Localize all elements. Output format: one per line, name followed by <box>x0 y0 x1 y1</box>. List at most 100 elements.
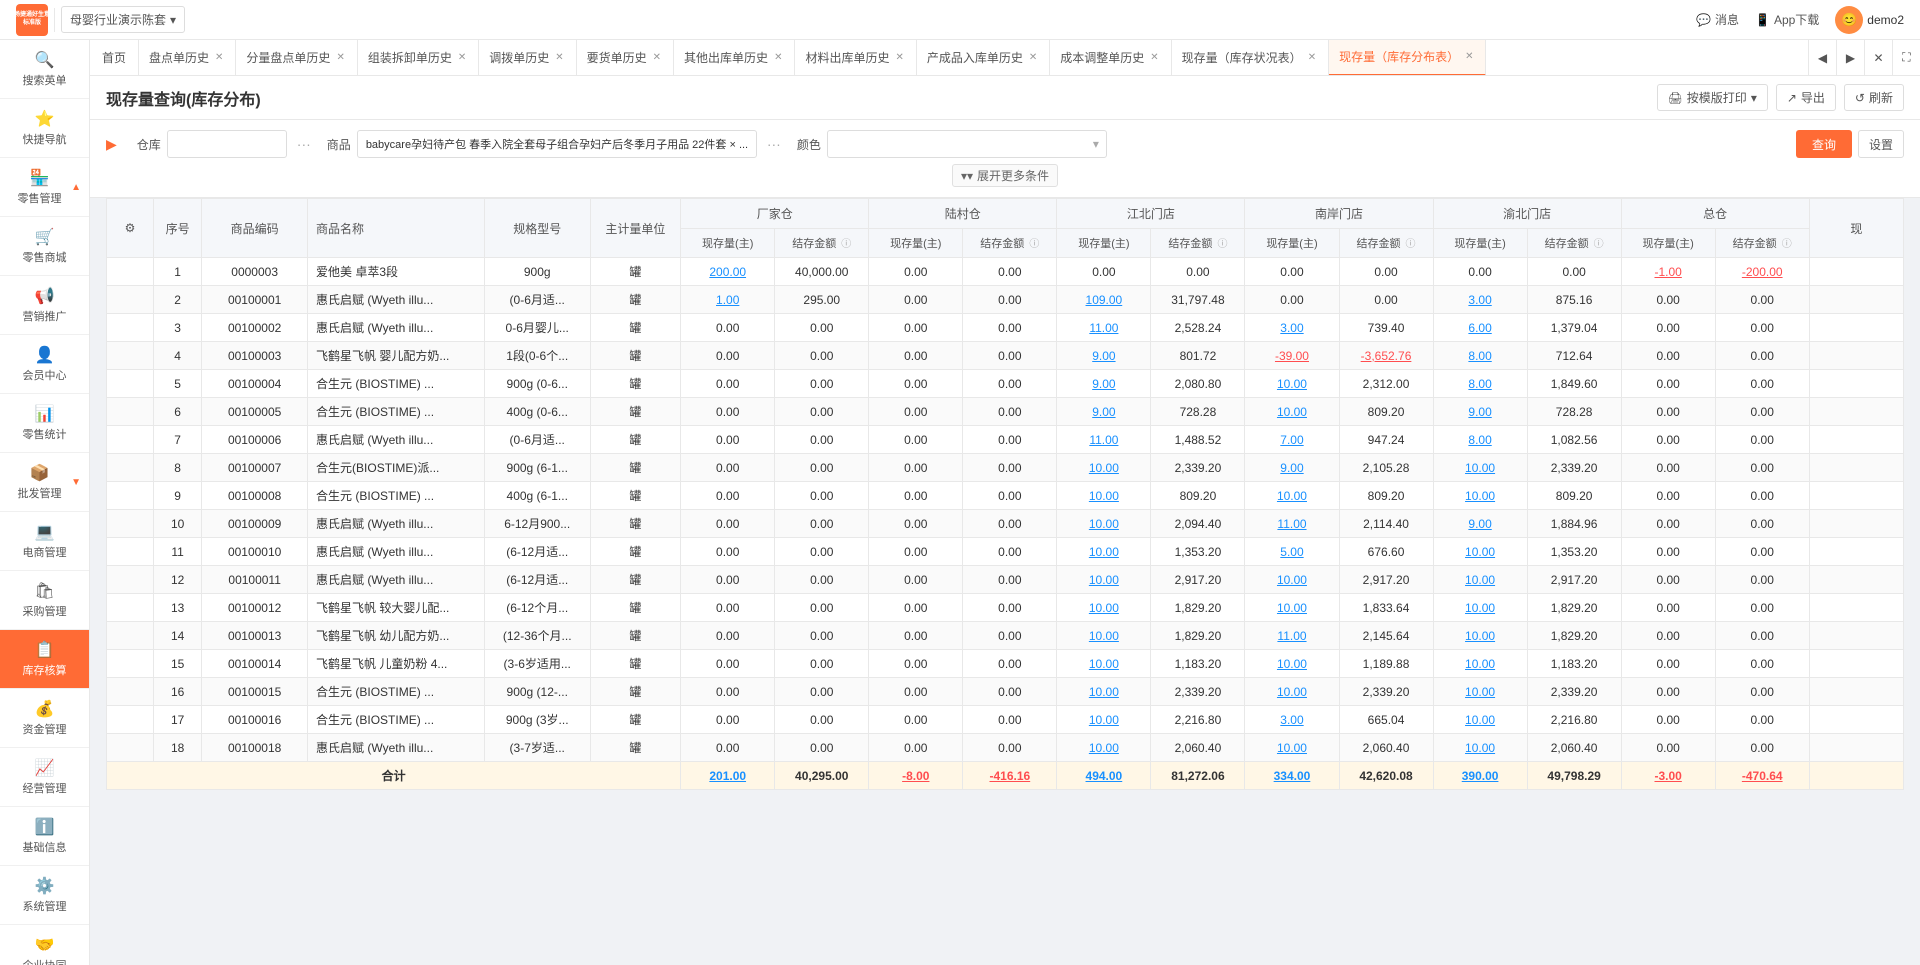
sidebar-item-marketing[interactable]: 📢 营销推广 <box>0 276 89 335</box>
message-action[interactable]: 💬 消息 <box>1696 11 1739 28</box>
sidebar-item-retail-mgmt[interactable]: 🏪 零售管理 ▲ <box>0 158 89 217</box>
tab-stock-dist[interactable]: 现存量（库存分布表） ✕ <box>1329 40 1486 76</box>
filter-group-color: 颜色 ▾ <box>797 130 1099 158</box>
message-icon: 💬 <box>1696 13 1711 27</box>
tab-close-icon[interactable]: ✕ <box>1306 51 1318 64</box>
col-name-header: 商品名称 <box>308 199 485 258</box>
tab-prev-btn[interactable]: ◀ <box>1808 40 1836 76</box>
table-row: 2 00100001 惠氏启赋 (Wyeth illu... (0-6月适...… <box>107 286 1904 314</box>
sidebar-item-label: 营销推广 <box>23 308 67 324</box>
finance-icon: 💰 <box>35 699 55 719</box>
sidebar-item-label: 采购管理 <box>23 603 67 619</box>
user-name[interactable]: demo2 <box>1867 13 1904 27</box>
tab-outbound[interactable]: 其他出库单历史 ✕ <box>674 40 795 76</box>
collab-icon: 🤝 <box>35 935 55 955</box>
col-lc-amt-header: 结存金额 ⓘ <box>963 229 1057 258</box>
warehouse-dots-btn[interactable]: ··· <box>293 136 315 152</box>
sidebar-item-finance[interactable]: 💰 资金管理 <box>0 689 89 748</box>
tab-next-btn[interactable]: ▶ <box>1836 40 1864 76</box>
sidebar-item-system[interactable]: ⚙️ 系统管理 <box>0 866 89 925</box>
settings-button[interactable]: 设置 <box>1858 130 1904 158</box>
print-button[interactable]: 🖨 按模版打印 ▾ <box>1657 84 1768 111</box>
col-unit-header: 主计量单位 <box>590 199 681 258</box>
col-jb-qty-header: 现存量(主) <box>1057 229 1151 258</box>
table-row: 16 00100015 合生元 (BIOSTIME) ... 900g (12-… <box>107 678 1904 706</box>
sidebar-item-label: 资金管理 <box>23 721 67 737</box>
tab-close-icon[interactable]: ✕ <box>651 51 663 64</box>
sidebar: 🔍 搜索英单 ⭐ 快捷导航 🏪 零售管理 ▲ 🛒 零售商城 � <box>0 40 90 965</box>
export-button[interactable]: ↗ 导出 <box>1776 84 1836 111</box>
industry-selector[interactable]: 母婴行业演示陈套 ▾ <box>61 6 185 33</box>
tab-close-icon[interactable]: ✕ <box>456 51 468 64</box>
tab-transfer[interactable]: 调拨单历史 ✕ <box>479 40 576 76</box>
content-area: 首页 盘点单历史 ✕ 分量盘点单历史 ✕ 组装拆卸单历史 ✕ 调拨单历史 ✕ 要… <box>90 40 1920 965</box>
tab-maximize-btn[interactable]: ⛶ <box>1892 40 1920 76</box>
sidebar-item-purchase[interactable]: 🛍 采购管理 <box>0 571 89 630</box>
tab-stock-status[interactable]: 现存量（库存状况表） ✕ <box>1172 40 1329 76</box>
user-area[interactable]: 😊 demo2 <box>1835 6 1904 34</box>
tab-production-in[interactable]: 产成品入库单历史 ✕ <box>917 40 1050 76</box>
sidebar-item-label: 企业协同 <box>23 957 67 965</box>
tab-close-icon[interactable]: ✕ <box>772 51 784 64</box>
tab-home[interactable]: 首页 <box>90 40 139 76</box>
table-row: 1 0000003 爱他美 卓萃3段 900g 罐 200.00 40,000.… <box>107 258 1904 286</box>
expand-conditions-btn[interactable]: ▾▾ 展开更多条件 <box>952 164 1058 187</box>
tab-assembly[interactable]: 组装拆卸单历史 ✕ <box>358 40 479 76</box>
table-row: 17 00100016 合生元 (BIOSTIME) ... 900g (3岁.… <box>107 706 1904 734</box>
table-row: 5 00100004 合生元 (BIOSTIME) ... 900g (0-6.… <box>107 370 1904 398</box>
sidebar-item-basic-info[interactable]: ℹ️ 基础信息 <box>0 807 89 866</box>
chevron-up-icon: ▲ <box>71 182 81 193</box>
col-jb-amt-header: 结存金额 ⓘ <box>1151 229 1245 258</box>
col-no-header: 序号 <box>154 199 202 258</box>
sidebar-item-label: 零售管理 <box>18 190 62 206</box>
sidebar-item-label: 零售商城 <box>23 249 67 265</box>
tab-close-icon[interactable]: ✕ <box>553 51 565 64</box>
sidebar-item-label: 经营管理 <box>23 780 67 796</box>
col-settings-header[interactable]: ⚙ <box>107 199 154 258</box>
sidebar-item-retail-mall[interactable]: 🛒 零售商城 <box>0 217 89 276</box>
tab-material-out[interactable]: 材料出库单历史 ✕ <box>795 40 916 76</box>
sidebar-item-search[interactable]: 🔍 搜索英单 <box>0 40 89 99</box>
sidebar-item-ecommerce[interactable]: 💻 电商管理 <box>0 512 89 571</box>
tab-order[interactable]: 要货单历史 ✕ <box>577 40 674 76</box>
table-row: 15 00100014 飞鹤星飞帆 儿童奶粉 4... (3-6岁适用... 罐… <box>107 650 1904 678</box>
member-icon: 👤 <box>35 345 55 365</box>
tab-close-all-btn[interactable]: ✕ <box>1864 40 1892 76</box>
tab-bar: 首页 盘点单历史 ✕ 分量盘点单历史 ✕ 组装拆卸单历史 ✕ 调拨单历史 ✕ 要… <box>90 40 1920 76</box>
refresh-button[interactable]: ↺ 刷新 <box>1844 84 1904 111</box>
goods-input[interactable] <box>357 130 757 158</box>
filter-collapse-icon[interactable]: ▶ <box>106 136 117 153</box>
sidebar-item-wholesale[interactable]: 📦 批发管理 ▼ <box>0 453 89 512</box>
tab-cost-adjust[interactable]: 成本调整单历史 ✕ <box>1050 40 1171 76</box>
tab-close-icon[interactable]: ✕ <box>893 51 905 64</box>
sidebar-item-collab[interactable]: 🤝 企业协同 <box>0 925 89 965</box>
sidebar-item-operations[interactable]: 📈 经营管理 <box>0 748 89 807</box>
sidebar-item-label: 会员中心 <box>23 367 67 383</box>
printer-icon: 🖨 <box>1668 91 1683 105</box>
sidebar-item-quicknav[interactable]: ⭐ 快捷导航 <box>0 99 89 158</box>
tab-partial-inventory[interactable]: 分量盘点单历史 ✕ <box>236 40 357 76</box>
tab-close-icon[interactable]: ✕ <box>1148 51 1160 64</box>
tab-close-icon[interactable]: ✕ <box>1463 50 1475 63</box>
sidebar-item-retail-stats[interactable]: 📊 零售统计 <box>0 394 89 453</box>
chevron-down-icon: ▼ <box>71 477 81 488</box>
export-icon: ↗ <box>1787 91 1797 105</box>
sidebar-item-label: 系统管理 <box>23 898 67 914</box>
tab-nav: ◀ ▶ ✕ ⛶ <box>1808 40 1920 76</box>
tab-inventory-count[interactable]: 盘点单历史 ✕ <box>139 40 236 76</box>
app-download-action[interactable]: 📱 App下载 <box>1755 11 1819 28</box>
summary-row: 合计 201.00 40,295.00 -8.00 -416.16 494.00… <box>107 762 1904 790</box>
sidebar-item-inventory[interactable]: 📋 库存核算 <box>0 630 89 689</box>
search-button[interactable]: 查询 <box>1796 130 1852 158</box>
goods-dots-btn[interactable]: ··· <box>763 136 785 152</box>
color-input[interactable] <box>827 130 1107 158</box>
tab-close-icon[interactable]: ✕ <box>334 51 346 64</box>
col-lc-header: 陆村仓 <box>869 199 1057 229</box>
warehouse-input[interactable] <box>167 130 287 158</box>
logo-area: 畅捷通好生意 标准版 母婴行业演示陈套 ▾ <box>16 4 185 36</box>
top-bar: 畅捷通好生意 标准版 母婴行业演示陈套 ▾ 💬 消息 📱 App下载 😊 dem… <box>0 0 1920 40</box>
tab-close-icon[interactable]: ✕ <box>213 51 225 64</box>
sidebar-item-member[interactable]: 👤 会员中心 <box>0 335 89 394</box>
tab-close-icon[interactable]: ✕ <box>1027 51 1039 64</box>
chevron-down-icon: ▾ <box>170 13 176 27</box>
